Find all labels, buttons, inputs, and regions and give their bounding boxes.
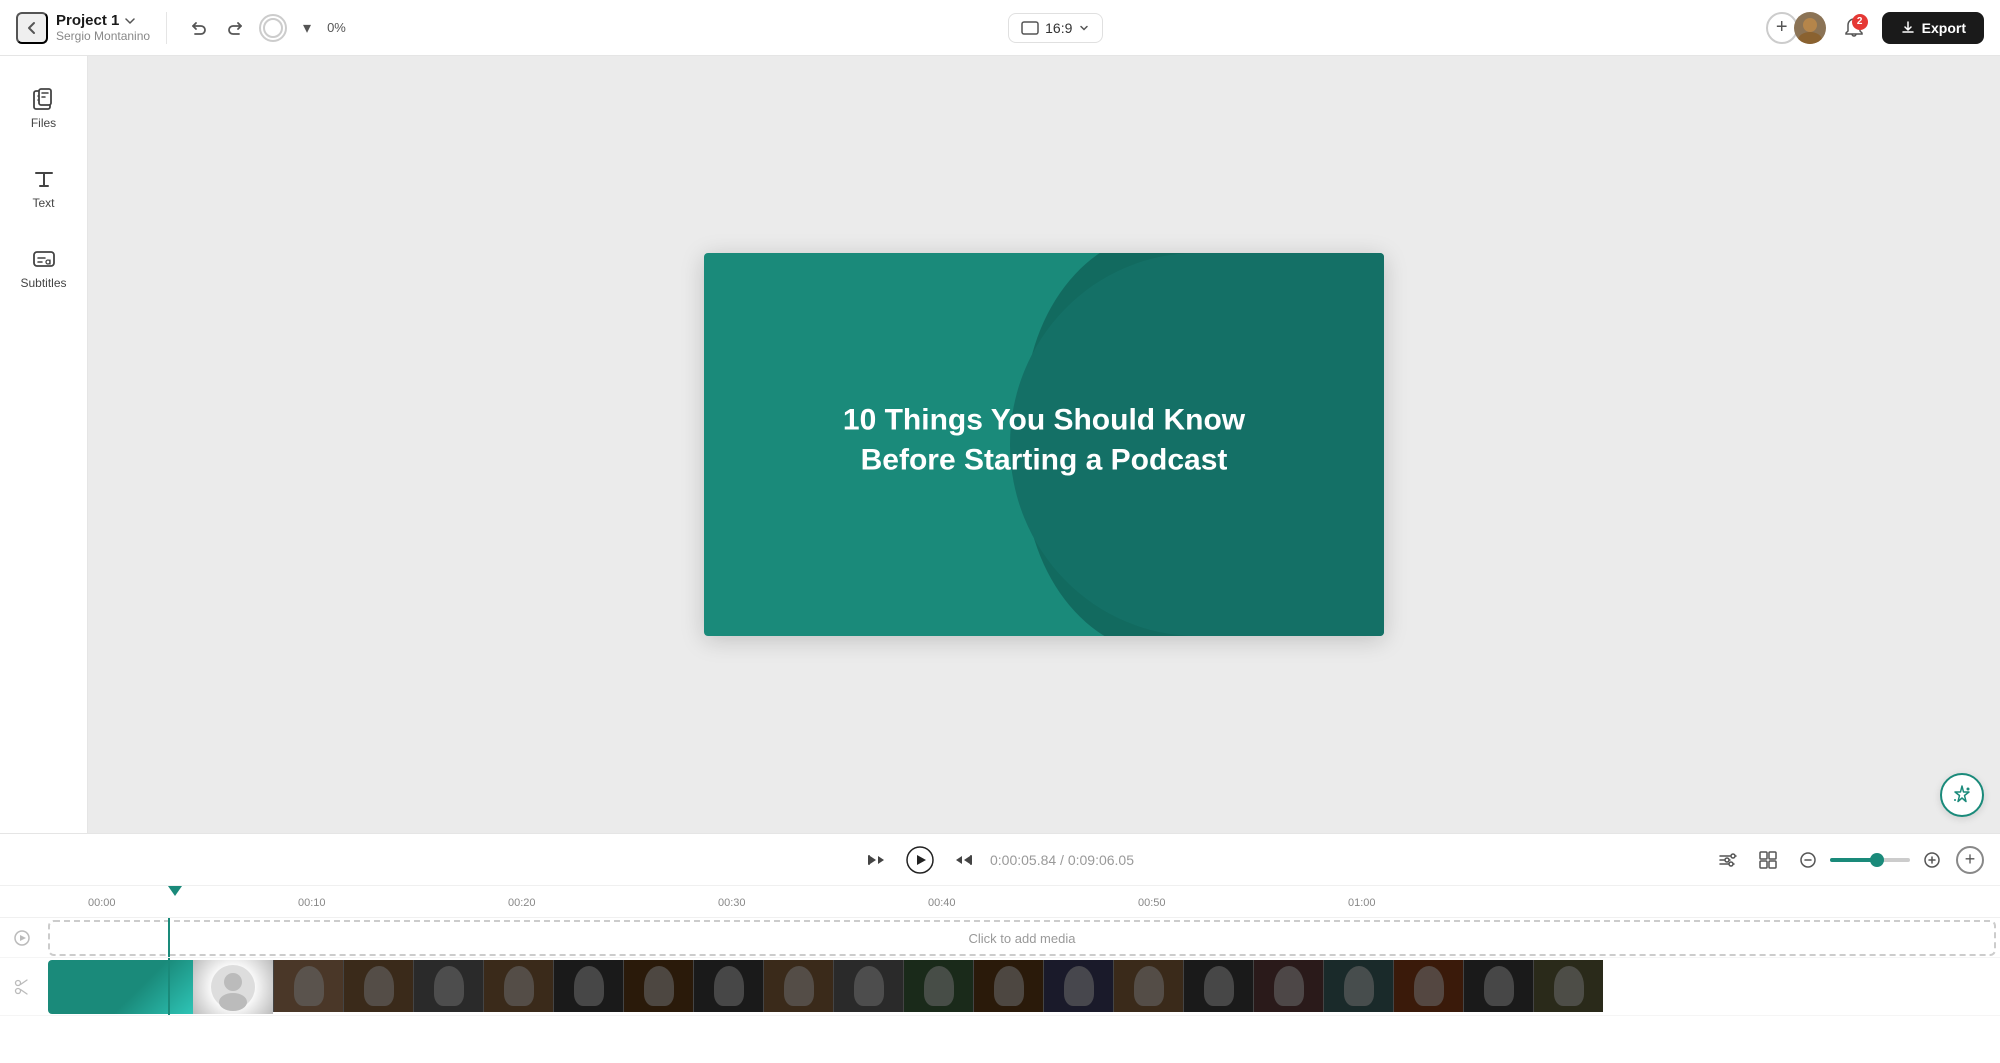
topbar-center: 16:9 (362, 13, 1750, 43)
video-frame (1043, 960, 1113, 1012)
ruler-mark-40: 00:40 (928, 897, 956, 909)
tracks-area: Click to add media (0, 918, 2000, 1016)
timecode: 0:00:05.84 / 0:09:06.05 (990, 852, 1134, 868)
subtitles-icon (31, 246, 57, 272)
add-collaborator-button[interactable]: + (1766, 12, 1798, 44)
sidebar-text-label: Text (32, 196, 54, 210)
zoom-in-button[interactable] (1916, 844, 1948, 876)
text-icon (31, 166, 57, 192)
ruler-mark-20: 00:20 (508, 897, 536, 909)
video-frame (623, 960, 693, 1012)
track-icon-scissors (0, 978, 44, 996)
zoom-out-button[interactable] (1792, 844, 1824, 876)
video-frame (273, 960, 343, 1012)
ruler-marks-container: 00:00 00:10 00:20 00:30 00:40 00:50 01:0… (88, 886, 2000, 917)
notification-badge: 2 (1852, 14, 1868, 30)
ruler-mark-0: 00:00 (88, 897, 116, 909)
timeline-ruler: 00:00 00:10 00:20 00:30 00:40 00:50 01:0… (0, 886, 2000, 918)
video-frame (693, 960, 763, 1012)
add-track-button[interactable]: + (1956, 846, 1984, 874)
video-track-content (44, 958, 2000, 1016)
project-info: Project 1 Sergio Montanino (56, 12, 150, 43)
back-button[interactable] (16, 12, 48, 44)
video-frame (763, 960, 833, 1012)
playback-bar: 0:00:05.84 / 0:09:06.05 (0, 834, 2000, 886)
project-author: Sergio Montanino (56, 29, 150, 43)
video-frame (1183, 960, 1253, 1012)
aspect-ratio-selector[interactable]: 16:9 (1008, 13, 1103, 43)
video-frame (1533, 960, 1603, 1012)
video-track (0, 958, 2000, 1016)
project-name[interactable]: Project 1 (56, 12, 150, 29)
bottom-panel: 0:00:05.84 / 0:09:06.05 (0, 833, 2000, 1063)
canvas-area: 10 Things You Should Know Before Startin… (88, 56, 2000, 833)
playback-right-controls: + (1712, 844, 1984, 876)
video-frame (483, 960, 553, 1012)
add-media-placeholder[interactable]: Click to add media (48, 920, 1996, 956)
sidebar-subtitles-label: Subtitles (20, 276, 66, 290)
playhead-top (168, 886, 182, 896)
topbar-right: + 2 Export (1766, 12, 1984, 44)
progress-percent: 0% (327, 20, 346, 35)
video-frame (1323, 960, 1393, 1012)
teal-clip (48, 960, 193, 1014)
sidebar-item-files[interactable]: Files (8, 72, 80, 144)
export-button[interactable]: Export (1882, 12, 1984, 44)
video-frame (343, 960, 413, 1012)
progress-group: ▾ 0% (259, 12, 346, 44)
circle-clip (193, 960, 273, 1014)
preview-canvas[interactable]: 10 Things You Should Know Before Startin… (704, 253, 1384, 636)
redo-button[interactable] (219, 12, 251, 44)
progress-dropdown[interactable]: ▾ (291, 12, 323, 44)
track-icon-media (0, 929, 44, 947)
ruler-mark-60: 01:00 (1348, 897, 1376, 909)
add-media-content[interactable]: Click to add media (44, 918, 2000, 957)
playback-controls (866, 840, 974, 880)
avatar[interactable] (1794, 12, 1826, 44)
sidebar-files-label: Files (31, 116, 56, 130)
video-strip (48, 960, 1996, 1014)
topbar: Project 1 Sergio Montanino ▾ 0% 16:9 (0, 0, 2000, 56)
notifications-button[interactable]: 2 (1838, 12, 1870, 44)
fit-to-screen-button[interactable] (1752, 844, 1784, 876)
magic-button[interactable] (1940, 773, 1984, 817)
ruler-mark-50: 00:50 (1138, 897, 1166, 909)
ruler-mark-30: 00:30 (718, 897, 746, 909)
undo-button[interactable] (183, 12, 215, 44)
zoom-slider-group (1792, 844, 1948, 876)
video-frame (413, 960, 483, 1012)
files-icon (31, 86, 57, 112)
video-frame (1113, 960, 1183, 1012)
rewind-button[interactable] (866, 849, 888, 871)
total-time: 0:09:06.05 (1068, 852, 1134, 868)
main-content: Files Text Subtitles 10 Things You Sh (0, 56, 2000, 833)
timeline-settings-button[interactable] (1712, 844, 1744, 876)
video-frame (973, 960, 1043, 1012)
video-frame (1393, 960, 1463, 1012)
undo-redo-group (183, 12, 251, 44)
sidebar-item-text[interactable]: Text (8, 152, 80, 224)
video-frame (553, 960, 623, 1012)
video-frame (1463, 960, 1533, 1012)
topbar-left: Project 1 Sergio Montanino ▾ 0% (16, 12, 346, 44)
canvas-title: 10 Things You Should Know Before Startin… (704, 400, 1384, 481)
progress-circle (259, 14, 287, 42)
divider (166, 12, 167, 44)
forward-button[interactable] (952, 849, 974, 871)
playhead-line-video (168, 958, 170, 1015)
current-time: 0:00:05.84 (990, 852, 1056, 868)
sidebar: Files Text Subtitles (0, 56, 88, 833)
timecode-separator: / (1060, 852, 1068, 868)
video-frame (833, 960, 903, 1012)
add-media-track: Click to add media (0, 918, 2000, 958)
video-frame (1253, 960, 1323, 1012)
playhead-line (168, 918, 170, 957)
timeline-area: 00:00 00:10 00:20 00:30 00:40 00:50 01:0… (0, 886, 2000, 1063)
ruler-mark-10: 00:10 (298, 897, 326, 909)
video-frame (903, 960, 973, 1012)
zoom-slider[interactable] (1830, 858, 1910, 862)
sidebar-item-subtitles[interactable]: Subtitles (8, 232, 80, 304)
play-button[interactable] (900, 840, 940, 880)
